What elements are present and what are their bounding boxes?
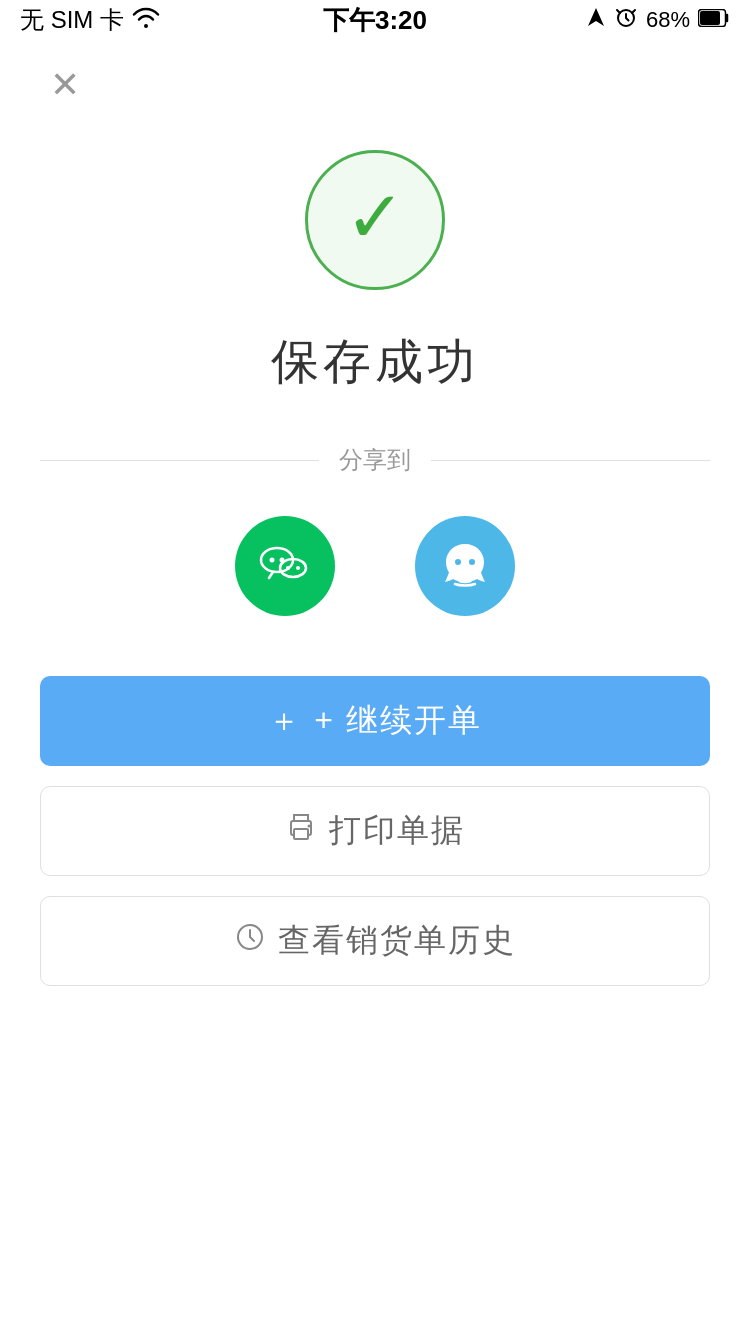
status-bar: 无 SIM 卡 下午3:20 68% [0,0,750,40]
continue-order-button[interactable]: ＋ + 继续开单 [40,676,710,766]
wechat-share-button[interactable] [235,516,335,616]
qq-icon [435,536,495,596]
wifi-icon [132,6,160,34]
svg-point-7 [286,566,290,570]
svg-point-13 [308,825,311,828]
share-label: 分享到 [319,444,431,476]
print-icon [285,811,317,851]
success-title: 保存成功 [271,330,479,394]
close-button[interactable]: ✕ [40,60,90,110]
status-bar-left: 无 SIM 卡 [20,4,160,36]
svg-rect-12 [294,829,308,839]
close-icon: ✕ [50,67,80,103]
status-bar-time: 下午3:20 [323,3,427,38]
history-label: 查看销货单历史 [278,919,516,963]
checkmark-icon: ✓ [345,181,405,253]
history-button[interactable]: 查看销货单历史 [40,896,710,986]
location-icon [586,6,606,34]
success-circle: ✓ [305,150,445,290]
main-content: ✕ ✓ 保存成功 分享到 [0,40,750,986]
print-label: 打印单据 [329,809,465,853]
battery-icon [698,7,730,33]
sim-text: 无 SIM 卡 [20,4,124,36]
share-section: 分享到 [40,444,710,476]
share-icons-row [235,516,515,616]
print-button[interactable]: 打印单据 [40,786,710,876]
svg-point-4 [270,558,275,563]
svg-rect-2 [700,11,720,25]
svg-point-9 [455,559,461,565]
status-bar-right: 68% [586,5,730,35]
history-icon [234,921,266,961]
success-icon-container: ✓ [305,150,445,290]
battery-text: 68% [646,7,690,33]
svg-point-10 [469,559,475,565]
action-buttons: ＋ + 继续开单 打印单据 查看销货单历 [40,676,710,986]
alarm-icon [614,5,638,35]
qq-share-button[interactable] [415,516,515,616]
continue-label: + 继续开单 [314,699,482,743]
close-btn-container: ✕ [40,40,710,140]
svg-point-8 [296,566,300,570]
wechat-icon [255,536,315,596]
continue-icon: ＋ [268,699,302,743]
